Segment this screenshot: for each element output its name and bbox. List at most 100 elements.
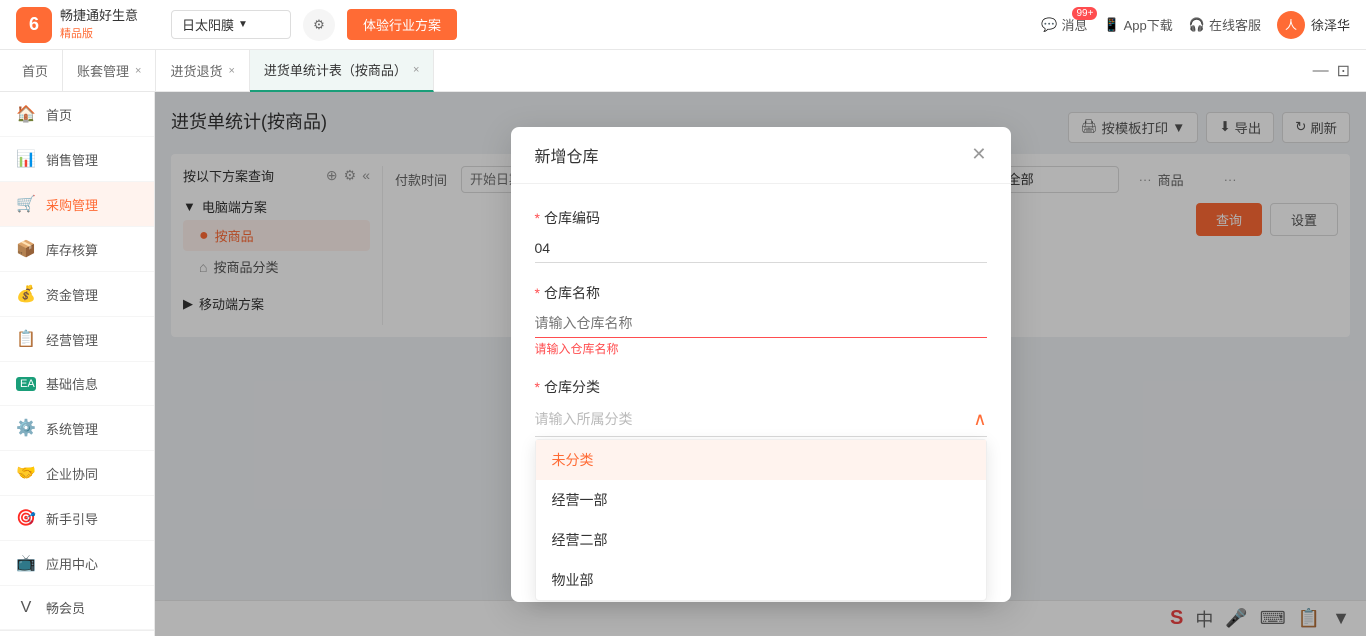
mobile-icon: 📱 — [1103, 17, 1119, 33]
finance-icon: 💰 — [16, 284, 36, 304]
modal-body: * 仓库编码 * 仓库名称 请输入仓库名称 — [511, 184, 1011, 512]
warehouse-code-field: * 仓库编码 — [535, 208, 987, 263]
gear-button[interactable]: ⚙ — [303, 9, 335, 41]
tab-purchase-return[interactable]: 进货退货 × — [156, 50, 249, 92]
online-service-button[interactable]: 🎧 在线客服 — [1189, 15, 1261, 34]
warehouse-category-field: * 仓库分类 请输入所属分类 ∧ 未分类 经营一部 — [535, 377, 987, 437]
sidebar-item-newbie[interactable]: 🎯 新手引导 — [0, 496, 154, 541]
sidebar-item-apps[interactable]: 📺 应用中心 — [0, 541, 154, 586]
notification-button[interactable]: 💬 消息 99+ — [1041, 15, 1087, 34]
system-icon: ⚙️ — [16, 418, 36, 438]
headset-icon: 🎧 — [1189, 17, 1205, 33]
category-label: * 仓库分类 — [535, 377, 987, 397]
option-dept1[interactable]: 经营一部 — [536, 480, 986, 520]
tab-account-label: 账套管理 — [77, 61, 129, 80]
chevron-down-icon: ▼ — [238, 19, 248, 30]
category-dropdown-wrapper: 请输入所属分类 ∧ 未分类 经营一部 经营二部 物业部 — [535, 403, 987, 437]
content-area: 进货单统计(按商品) 🖨 按模板打印 ▼ ⬇ 导出 ↻ — [155, 92, 1366, 636]
required-mark: * — [535, 210, 540, 226]
sidebar-label-inventory: 库存核算 — [46, 240, 98, 259]
header-center: 日太阳膜 ▼ ⚙ 体验行业方案 — [171, 9, 1041, 41]
warehouse-code-input[interactable] — [535, 234, 987, 263]
minimize-icon[interactable]: — — [1313, 62, 1329, 80]
sidebar-label-finance: 资金管理 — [46, 285, 98, 304]
store-name: 日太阳膜 — [182, 15, 234, 34]
header-right: 💬 消息 99+ 📱 App下载 🎧 在线客服 人 徐泽华 — [1041, 11, 1350, 39]
purchase-icon: 🛒 — [16, 194, 36, 214]
code-label: * 仓库编码 — [535, 208, 987, 228]
tab-account[interactable]: 账套管理 × — [63, 50, 156, 92]
sidebar-label-newbie: 新手引导 — [46, 509, 98, 528]
tab-purchase-stat[interactable]: 进货单统计表（按商品） × — [250, 50, 434, 92]
category-options: 未分类 经营一部 经营二部 物业部 — [535, 439, 987, 601]
option-dept2[interactable]: 经营二部 — [536, 520, 986, 560]
category-placeholder: 请输入所属分类 — [535, 409, 633, 429]
sidebar-item-member[interactable]: V 畅会员 — [0, 586, 154, 630]
logo-text-area: 畅捷通好生意 精品版 — [60, 8, 138, 41]
sidebar-label-basic: 基础信息 — [46, 374, 98, 393]
name-label: * 仓库名称 — [535, 283, 987, 303]
sidebar-label-purchase: 采购管理 — [46, 195, 98, 214]
option-uncategorized[interactable]: 未分类 — [536, 440, 986, 480]
new-warehouse-modal: 新增仓库 ✕ * 仓库编码 — [511, 127, 1011, 602]
tab-purchase-return-label: 进货退货 — [170, 61, 222, 80]
sidebar-item-system[interactable]: ⚙️ 系统管理 — [0, 406, 154, 451]
option-property[interactable]: 物业部 — [536, 560, 986, 600]
content-inner: 进货单统计(按商品) 🖨 按模板打印 ▼ ⬇ 导出 ↻ — [155, 92, 1366, 636]
enterprise-icon: 🤝 — [16, 463, 36, 483]
sidebar-item-purchase[interactable]: 🛒 采购管理 — [0, 182, 154, 227]
sidebar-label-sales: 销售管理 — [46, 150, 98, 169]
user-area[interactable]: 人 徐泽华 — [1277, 11, 1350, 39]
sidebar: 🏠 首页 📊 销售管理 🛒 采购管理 📦 库存核算 💰 资金管理 📋 经营管理 … — [0, 92, 155, 636]
notif-badge: 99+ — [1072, 7, 1097, 20]
tab-actions: — ⊡ — [1313, 61, 1358, 81]
top-header: 6 畅捷通好生意 精品版 日太阳膜 ▼ ⚙ 体验行业方案 💬 消息 99+ 📱 … — [0, 0, 1366, 50]
modal-close-button[interactable]: ✕ — [971, 144, 986, 165]
tab-bar: 首页 账套管理 × 进货退货 × 进货单统计表（按商品） × — ⊡ — [0, 50, 1366, 92]
inventory-icon: 📦 — [16, 239, 36, 259]
sidebar-label-enterprise: 企业协同 — [46, 464, 98, 483]
basic-icon: EA — [16, 377, 36, 391]
maximize-icon[interactable]: ⊡ — [1337, 61, 1350, 81]
required-mark3: * — [535, 379, 540, 395]
tab-account-close[interactable]: × — [135, 65, 141, 77]
modal-header: 新增仓库 ✕ — [511, 127, 1011, 184]
required-mark2: * — [535, 285, 540, 301]
warehouse-name-input[interactable] — [535, 309, 987, 338]
sidebar-item-operation[interactable]: 📋 经营管理 — [0, 317, 154, 362]
category-dropdown[interactable]: 请输入所属分类 ∧ — [535, 403, 987, 437]
username: 徐泽华 — [1311, 15, 1350, 34]
sidebar-item-inventory[interactable]: 📦 库存核算 — [0, 227, 154, 272]
newbie-icon: 🎯 — [16, 508, 36, 528]
sidebar-item-home[interactable]: 🏠 首页 — [0, 92, 154, 137]
modal-title: 新增仓库 — [535, 143, 599, 167]
logo-sub: 精品版 — [60, 25, 138, 41]
tab-home[interactable]: 首页 — [8, 50, 63, 92]
logo-text: 畅捷通好生意 — [60, 8, 138, 25]
sidebar-label-apps: 应用中心 — [46, 554, 98, 573]
logo-icon: 6 — [16, 7, 52, 43]
sales-icon: 📊 — [16, 149, 36, 169]
sidebar-label-operation: 经营管理 — [46, 330, 98, 349]
logo-area: 6 畅捷通好生意 精品版 — [16, 7, 171, 43]
chevron-up-icon: ∧ — [973, 409, 986, 430]
main-layout: 🏠 首页 📊 销售管理 🛒 采购管理 📦 库存核算 💰 资金管理 📋 经营管理 … — [0, 92, 1366, 636]
name-error-msg: 请输入仓库名称 — [535, 340, 987, 357]
avatar: 人 — [1277, 11, 1305, 39]
sidebar-item-basic[interactable]: EA 基础信息 — [0, 362, 154, 406]
tab-purchase-stat-close[interactable]: × — [413, 64, 419, 76]
trial-button[interactable]: 体验行业方案 — [347, 9, 457, 40]
warehouse-name-field: * 仓库名称 请输入仓库名称 — [535, 283, 987, 357]
apps-icon: 📺 — [16, 553, 36, 573]
member-icon: V — [16, 599, 36, 617]
home-icon: 🏠 — [16, 104, 36, 124]
store-selector[interactable]: 日太阳膜 ▼ — [171, 10, 291, 39]
sidebar-label-system: 系统管理 — [46, 419, 98, 438]
sidebar-label-home: 首页 — [46, 105, 72, 124]
app-download-button[interactable]: 📱 App下载 — [1103, 15, 1172, 34]
sidebar-item-finance[interactable]: 💰 资金管理 — [0, 272, 154, 317]
sidebar-item-enterprise[interactable]: 🤝 企业协同 — [0, 451, 154, 496]
tab-purchase-return-close[interactable]: × — [228, 65, 234, 77]
sidebar-item-sales[interactable]: 📊 销售管理 — [0, 137, 154, 182]
modal-overlay: 新增仓库 ✕ * 仓库编码 — [155, 92, 1366, 636]
